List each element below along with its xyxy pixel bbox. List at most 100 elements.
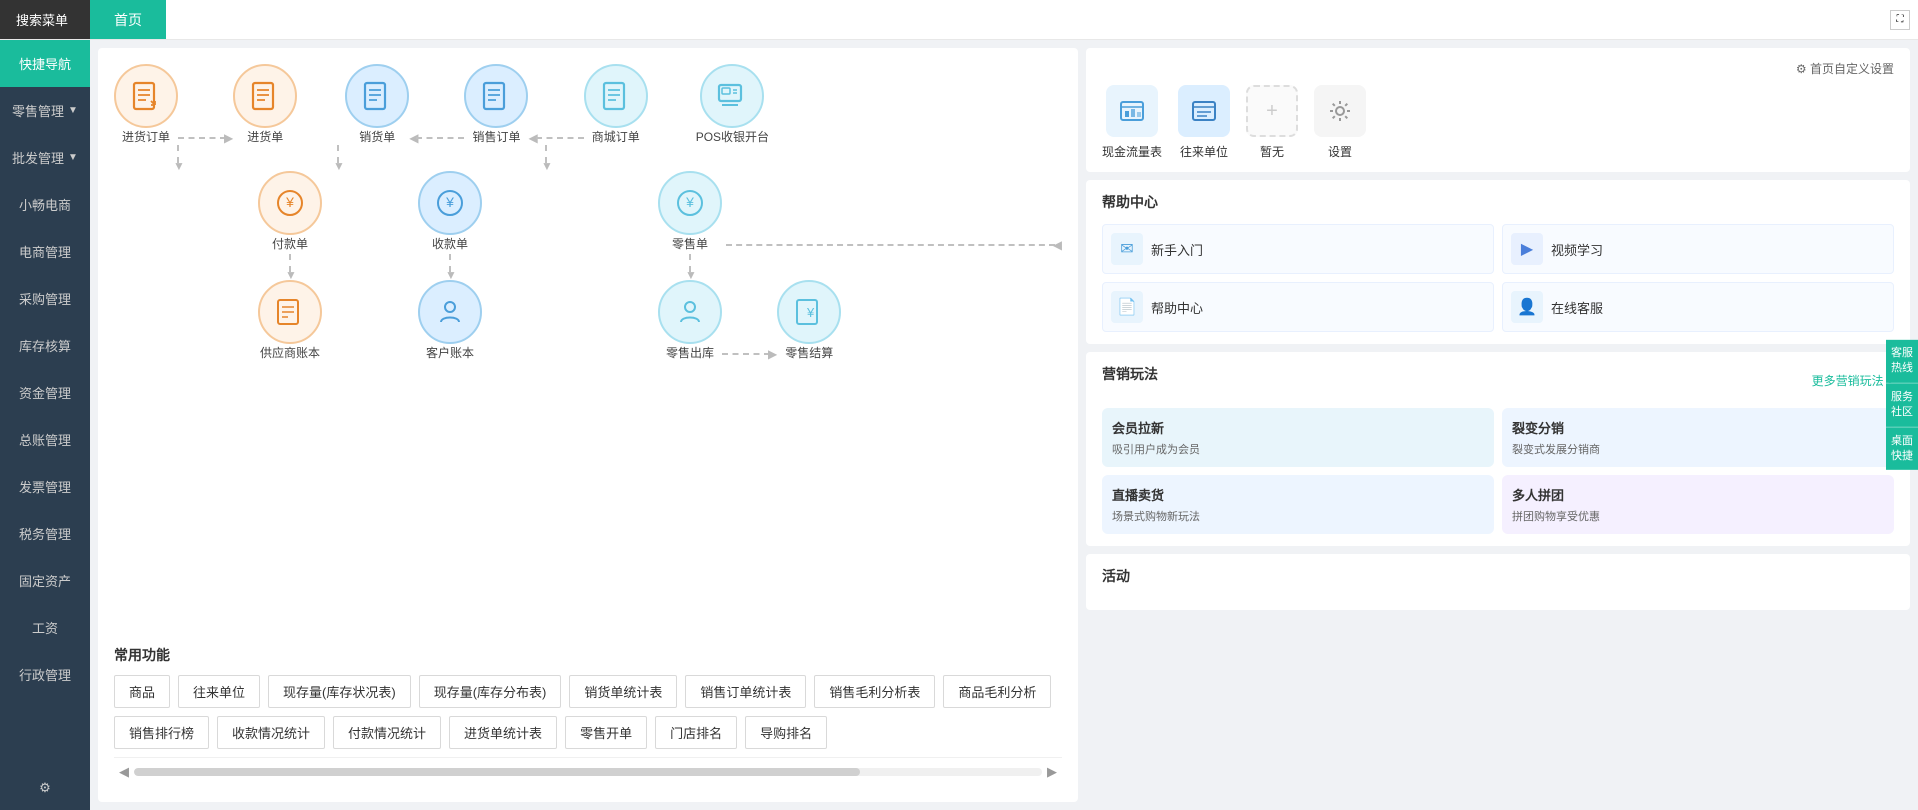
cashflow-icon-box bbox=[1106, 85, 1158, 137]
sidebar-item-salary[interactable]: 工资 bbox=[0, 604, 90, 651]
sales-order-circle[interactable] bbox=[464, 64, 528, 128]
sidebar-gear-icon[interactable]: ⚙ bbox=[0, 766, 90, 810]
marketing-item-live[interactable]: 直播卖货 场景式购物新玩法 bbox=[1102, 475, 1494, 534]
scroll-left-arrow[interactable]: ◀ bbox=[114, 762, 134, 782]
marketing-title: 营销玩法 bbox=[1102, 364, 1158, 384]
func-btn-sales-stats[interactable]: 销货单统计表 bbox=[569, 675, 677, 708]
retail-outbound-circle[interactable] bbox=[658, 280, 722, 344]
sales-bill-circle[interactable] bbox=[345, 64, 409, 128]
sidebar-item-admin[interactable]: 行政管理 bbox=[0, 651, 90, 698]
svg-text:¥: ¥ bbox=[445, 194, 454, 210]
sidebar-item-tax[interactable]: 税务管理 bbox=[0, 510, 90, 557]
marketing-group-desc: 拼团购物享受优惠 bbox=[1512, 508, 1884, 524]
down-arrows-row1: ▼ ▼ bbox=[114, 145, 1062, 163]
func-btn-sales-order-stats[interactable]: 销售订单统计表 bbox=[685, 675, 806, 708]
help-item-customer-service[interactable]: 👤 在线客服 bbox=[1502, 282, 1894, 332]
node-mall-order: 商城订单 bbox=[584, 64, 648, 145]
customize-settings[interactable]: ⚙ 首页自定义设置 bbox=[1102, 60, 1894, 77]
sidebar-item-funds[interactable]: 资金管理 bbox=[0, 369, 90, 416]
func-btn-sales-rank[interactable]: 销售排行榜 bbox=[114, 716, 209, 749]
node-purchase-order: 进货订单 bbox=[114, 64, 178, 145]
settings-label: 设置 bbox=[1328, 143, 1352, 160]
supplier-account-circle[interactable] bbox=[258, 280, 322, 344]
arrow-h4: ▶ bbox=[722, 347, 777, 361]
sidebar-item-ecommerce[interactable]: 电商管理 bbox=[0, 228, 90, 275]
func-btn-partners[interactable]: 往来单位 bbox=[178, 675, 260, 708]
receipt-bill-circle[interactable]: ¥ bbox=[418, 171, 482, 235]
top-bar-right: ⛶ bbox=[1890, 10, 1918, 30]
retail-settlement-circle[interactable]: ¥ bbox=[777, 280, 841, 344]
pos-cashier-circle[interactable] bbox=[700, 64, 764, 128]
fullscreen-icon[interactable]: ⛶ bbox=[1890, 10, 1910, 30]
quick-nav-partners[interactable]: 往来单位 bbox=[1178, 85, 1230, 160]
chevron-down-icon: ▼ bbox=[68, 152, 78, 163]
mall-order-circle[interactable] bbox=[584, 64, 648, 128]
purchase-bill-circle[interactable] bbox=[233, 64, 297, 128]
sidebar-item-ledger[interactable]: 总账管理 bbox=[0, 416, 90, 463]
node-customer-account-label: 客户账本 bbox=[426, 344, 474, 361]
func-btn-goods[interactable]: 商品 bbox=[114, 675, 170, 708]
sidebar-item-inventory[interactable]: 库存核算 bbox=[0, 322, 90, 369]
pos-retail-arrow: ◀ bbox=[726, 238, 1062, 252]
chevron-down-icon: ▼ bbox=[68, 105, 78, 116]
help-grid: ✉ 新手入门 ▶ 视频学习 📄 帮助中心 👤 bbox=[1102, 224, 1894, 332]
sidebar-item-label: 固定资产 bbox=[19, 571, 71, 590]
func-btn-sales-profit[interactable]: 销售毛利分析表 bbox=[814, 675, 935, 708]
quick-nav-settings-icon[interactable]: 设置 bbox=[1314, 85, 1366, 160]
sidebar-item-xiaochange[interactable]: 小畅电商 bbox=[0, 181, 90, 228]
floating-buttons: 客服热线 服务社区 桌面快捷 bbox=[1886, 340, 1918, 470]
sidebar-item-label: 工资 bbox=[32, 618, 58, 637]
main-content: 进货订单 ▶ 进货单 bbox=[90, 40, 1918, 810]
help-item-beginner[interactable]: ✉ 新手入门 bbox=[1102, 224, 1494, 274]
marketing-fission-title: 裂变分销 bbox=[1512, 418, 1884, 437]
payment-bill-circle[interactable]: ¥ bbox=[258, 171, 322, 235]
sidebar-item-invoice[interactable]: 发票管理 bbox=[0, 463, 90, 510]
func-btn-store-rank[interactable]: 门店排名 bbox=[655, 716, 737, 749]
sidebar-item-assets[interactable]: 固定资产 bbox=[0, 557, 90, 604]
func-btn-stock-dist[interactable]: 现存量(库存分布表) bbox=[419, 675, 562, 708]
node-pos-cashier: POS收银开台 bbox=[696, 64, 769, 145]
scroll-track[interactable] bbox=[134, 768, 1042, 776]
help-section-title: 帮助中心 bbox=[1102, 192, 1894, 212]
scroll-thumb bbox=[134, 768, 860, 776]
retail-bill-circle[interactable]: ¥ bbox=[658, 171, 722, 235]
func-btn-payment-stats[interactable]: 付款情况统计 bbox=[333, 716, 441, 749]
quick-nav-none[interactable]: + 暂无 bbox=[1246, 85, 1298, 160]
func-btn-guide-rank[interactable]: 导购排名 bbox=[745, 716, 827, 749]
func-btn-receipt-stats[interactable]: 收款情况统计 bbox=[217, 716, 325, 749]
func-btn-purchase-stats[interactable]: 进货单统计表 bbox=[449, 716, 557, 749]
sidebar-item-wholesale[interactable]: 批发管理 ▼ bbox=[0, 134, 90, 181]
func-grid: 商品 往来单位 现存量(库存状况表) 现存量(库存分布表) 销货单统计表 销售订… bbox=[114, 675, 1062, 749]
node-purchase-bill: 进货单 bbox=[233, 64, 297, 145]
marketing-item-group[interactable]: 多人拼团 拼团购物享受优惠 bbox=[1502, 475, 1894, 534]
node-retail-outbound: 零售出库 bbox=[658, 280, 722, 361]
marketing-item-member[interactable]: 会员拉新 吸引用户成为会员 bbox=[1102, 408, 1494, 467]
sidebar-item-purchase[interactable]: 采购管理 bbox=[0, 275, 90, 322]
down-arrow-sales-bill: ▼ bbox=[306, 145, 370, 163]
right-panel: ⚙ 首页自定义设置 现金流量表 往来单位 bbox=[1086, 48, 1910, 802]
sidebar-item-quick-nav[interactable]: 快捷导航 bbox=[0, 40, 90, 87]
scroll-right-arrow[interactable]: ▶ bbox=[1042, 762, 1062, 782]
search-menu-button[interactable]: 搜索菜单 bbox=[0, 0, 90, 39]
tab-home[interactable]: 首页 bbox=[90, 0, 166, 39]
person-icon: 👤 bbox=[1511, 291, 1543, 323]
quick-nav-cashflow[interactable]: 现金流量表 bbox=[1102, 85, 1162, 160]
sidebar-item-label: 批发管理 bbox=[12, 148, 64, 167]
func-btn-goods-profit[interactable]: 商品毛利分析 bbox=[943, 675, 1051, 708]
sidebar-item-retail[interactable]: 零售管理 ▼ bbox=[0, 87, 90, 134]
float-customer-service[interactable]: 客服热线 bbox=[1886, 340, 1918, 383]
marketing-item-fission[interactable]: 裂变分销 裂变式发展分销商 bbox=[1502, 408, 1894, 467]
purchase-order-circle[interactable] bbox=[114, 64, 178, 128]
help-item-helpcenter[interactable]: 📄 帮助中心 bbox=[1102, 282, 1494, 332]
node-sales-order: 销售订单 bbox=[464, 64, 528, 145]
func-btn-retail-order[interactable]: 零售开单 bbox=[565, 716, 647, 749]
float-desktop-shortcut[interactable]: 桌面快捷 bbox=[1886, 426, 1918, 470]
marketing-more-link[interactable]: 更多营销玩法 > bbox=[1812, 372, 1894, 389]
none-icon-box: + bbox=[1246, 85, 1298, 137]
help-item-video[interactable]: ▶ 视频学习 bbox=[1502, 224, 1894, 274]
func-btn-stock-status[interactable]: 现存量(库存状况表) bbox=[268, 675, 411, 708]
float-community[interactable]: 服务社区 bbox=[1886, 383, 1918, 427]
customer-account-circle[interactable] bbox=[418, 280, 482, 344]
sidebar-item-label: 采购管理 bbox=[19, 289, 71, 308]
envelope-icon: ✉ bbox=[1111, 233, 1143, 265]
